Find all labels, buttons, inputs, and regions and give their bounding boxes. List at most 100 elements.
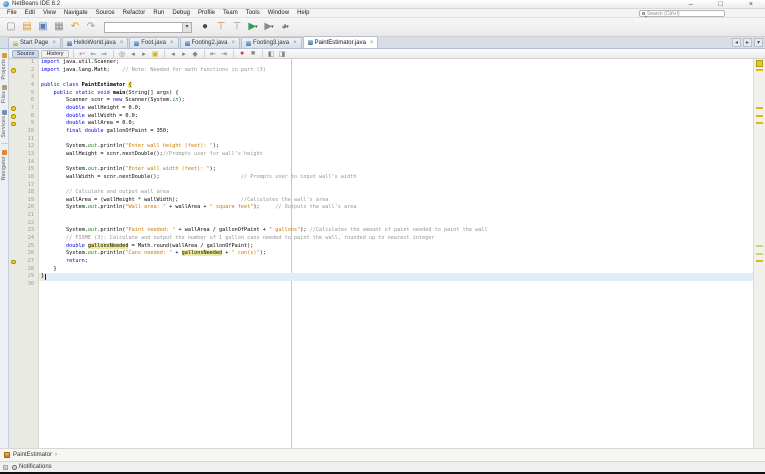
set-configuration-icon[interactable]: ⊤: [230, 20, 244, 34]
gutter-line-number[interactable]: 14: [9, 159, 38, 167]
start-macro-icon[interactable]: ●: [238, 49, 247, 58]
tab-close-icon[interactable]: ×: [170, 40, 174, 46]
copy-icon[interactable]: ▦: [52, 20, 66, 34]
menu-window[interactable]: Window: [264, 9, 293, 18]
gutter-line-number[interactable]: 29: [9, 273, 38, 281]
tab-footing3-java[interactable]: Footing3.java ×: [241, 37, 302, 48]
tab-close-icon[interactable]: ×: [293, 40, 297, 46]
warning-stripe-mark[interactable]: [756, 106, 763, 109]
notifications-button[interactable]: i Notifications: [12, 464, 52, 470]
redo-icon[interactable]: ↷: [84, 20, 98, 34]
tab-close-icon[interactable]: ×: [370, 40, 374, 46]
menu-profile[interactable]: Profile: [194, 9, 219, 18]
previous-bookmark-icon[interactable]: ◂: [169, 49, 178, 58]
tab-paintestimator-java[interactable]: PaintEstimator.java ×: [302, 36, 379, 48]
toggle-bookmark-icon[interactable]: ◆: [191, 49, 200, 58]
gutter-line-number[interactable]: 26: [9, 250, 38, 258]
minimize-button[interactable]: –: [689, 0, 693, 9]
gutter-line-number[interactable]: 12: [9, 143, 38, 151]
uncomment-icon[interactable]: ◨: [278, 49, 287, 58]
dropdown-arrow-icon[interactable]: ▾: [286, 20, 289, 34]
gutter-line-number[interactable]: 1: [9, 59, 38, 67]
scroll-tabs-left-icon[interactable]: ◂: [732, 38, 741, 47]
gutter-line-number[interactable]: 8: [9, 113, 38, 121]
file-status-indicator[interactable]: [756, 60, 763, 67]
undo-icon[interactable]: ↶: [68, 20, 82, 34]
stop-macro-icon[interactable]: ■: [249, 49, 258, 58]
gutter-line-number[interactable]: 28: [9, 266, 38, 274]
open-project-icon[interactable]: ▤: [20, 20, 34, 34]
warning-stripe-mark[interactable]: [756, 260, 763, 263]
next-bookmark-icon[interactable]: ▸: [180, 49, 189, 58]
gutter-line-number[interactable]: 19: [9, 197, 38, 205]
back-icon[interactable]: ⇐: [89, 49, 98, 58]
gutter-line-number[interactable]: 21: [9, 212, 38, 220]
tab-close-icon[interactable]: ×: [120, 40, 124, 46]
menu-file[interactable]: File: [3, 9, 21, 18]
warning-bulb-icon[interactable]: [11, 68, 16, 73]
menu-help[interactable]: Help: [293, 9, 313, 18]
source-view-button[interactable]: Source: [12, 49, 40, 58]
run-project-icon[interactable]: ▶ ▾: [246, 20, 260, 34]
profile-project-icon[interactable]: ◕ ▾: [278, 20, 292, 34]
gutter-line-number[interactable]: 13: [9, 151, 38, 159]
dropdown-arrow-icon[interactable]: ▾: [271, 20, 274, 34]
gutter-line-number[interactable]: 23: [9, 227, 38, 235]
occurrence-stripe-mark[interactable]: [756, 244, 763, 247]
gutter-line-number[interactable]: 17: [9, 182, 38, 190]
menu-navigate[interactable]: Navigate: [60, 9, 92, 18]
rail-item-navigator[interactable]: Navigator: [1, 150, 7, 180]
tab-close-icon[interactable]: ×: [52, 40, 56, 46]
menu-view[interactable]: View: [39, 9, 60, 18]
warning-bulb-icon[interactable]: [11, 121, 16, 127]
warning-bulb-icon[interactable]: [11, 114, 16, 119]
occurrence-stripe-mark[interactable]: [756, 252, 763, 255]
gutter-line-number[interactable]: 18: [9, 189, 38, 197]
find-previous-occurrence-icon[interactable]: ◂: [129, 49, 138, 58]
menu-team[interactable]: Team: [219, 9, 242, 18]
gutter-line-number[interactable]: 25: [9, 243, 38, 251]
shift-right-icon[interactable]: ⇥: [220, 49, 229, 58]
menu-tools[interactable]: Tools: [242, 9, 264, 18]
forward-icon[interactable]: ⇒: [100, 49, 109, 58]
close-button[interactable]: ×: [749, 0, 753, 9]
last-edit-icon[interactable]: ↩: [78, 49, 87, 58]
gutter-line-number[interactable]: 9: [9, 120, 38, 128]
warning-bulb-icon[interactable]: [11, 259, 16, 265]
tab-list-icon[interactable]: ▾: [754, 38, 763, 47]
gutter-line-number[interactable]: 30: [9, 281, 38, 289]
find-next-occurrence-icon[interactable]: ▸: [140, 49, 149, 58]
gutter-line-number[interactable]: 15: [9, 166, 38, 174]
scroll-tabs-right-icon[interactable]: ▸: [743, 38, 752, 47]
tab-close-icon[interactable]: ×: [232, 40, 236, 46]
tab-helloworld-java[interactable]: HelloWorld.java ×: [61, 37, 129, 48]
code-editor[interactable]: import java.util.Scanner; import java.lan…: [39, 59, 753, 448]
maximize-button[interactable]: □: [719, 0, 723, 9]
gutter-line-number[interactable]: 22: [9, 220, 38, 228]
menu-run[interactable]: Run: [149, 9, 168, 18]
warning-stripe-mark[interactable]: [756, 68, 763, 71]
editor-gutter[interactable]: 1 2 3 4 5 6 7 8 9 10 11 12 13 14 15 16 17 18 19 20 21 22 23 24 2…: [9, 59, 39, 448]
warning-stripe-mark[interactable]: [756, 122, 763, 125]
breadcrumb-item[interactable]: PaintEstimator: [13, 452, 52, 458]
rail-item-services[interactable]: Services: [1, 109, 7, 137]
build-project-icon[interactable]: ●: [198, 20, 212, 34]
rail-item-files[interactable]: Files: [1, 85, 7, 104]
history-view-button[interactable]: History: [41, 49, 69, 58]
new-file-icon[interactable]: ▢: [4, 20, 18, 34]
gutter-line-number[interactable]: 16: [9, 174, 38, 182]
gutter-line-number[interactable]: 7: [9, 105, 38, 113]
gutter-line-number[interactable]: 6: [9, 97, 38, 105]
gutter-line-number[interactable]: 27: [9, 258, 38, 266]
combobox-dropdown-icon[interactable]: ▾: [182, 22, 191, 32]
toggle-highlight-icon[interactable]: ▣: [151, 49, 160, 58]
gutter-line-number[interactable]: 5: [9, 90, 38, 98]
warning-stripe-mark[interactable]: [756, 114, 763, 117]
project-config-combobox[interactable]: ▾: [104, 21, 192, 33]
clean-build-icon[interactable]: ⊤: [214, 20, 228, 34]
save-all-icon[interactable]: ▣: [36, 20, 50, 34]
warning-bulb-icon[interactable]: [11, 106, 16, 111]
comment-icon[interactable]: ◧: [267, 49, 276, 58]
shift-left-icon[interactable]: ⇤: [209, 49, 218, 58]
gutter-line-number[interactable]: 2: [9, 67, 38, 75]
